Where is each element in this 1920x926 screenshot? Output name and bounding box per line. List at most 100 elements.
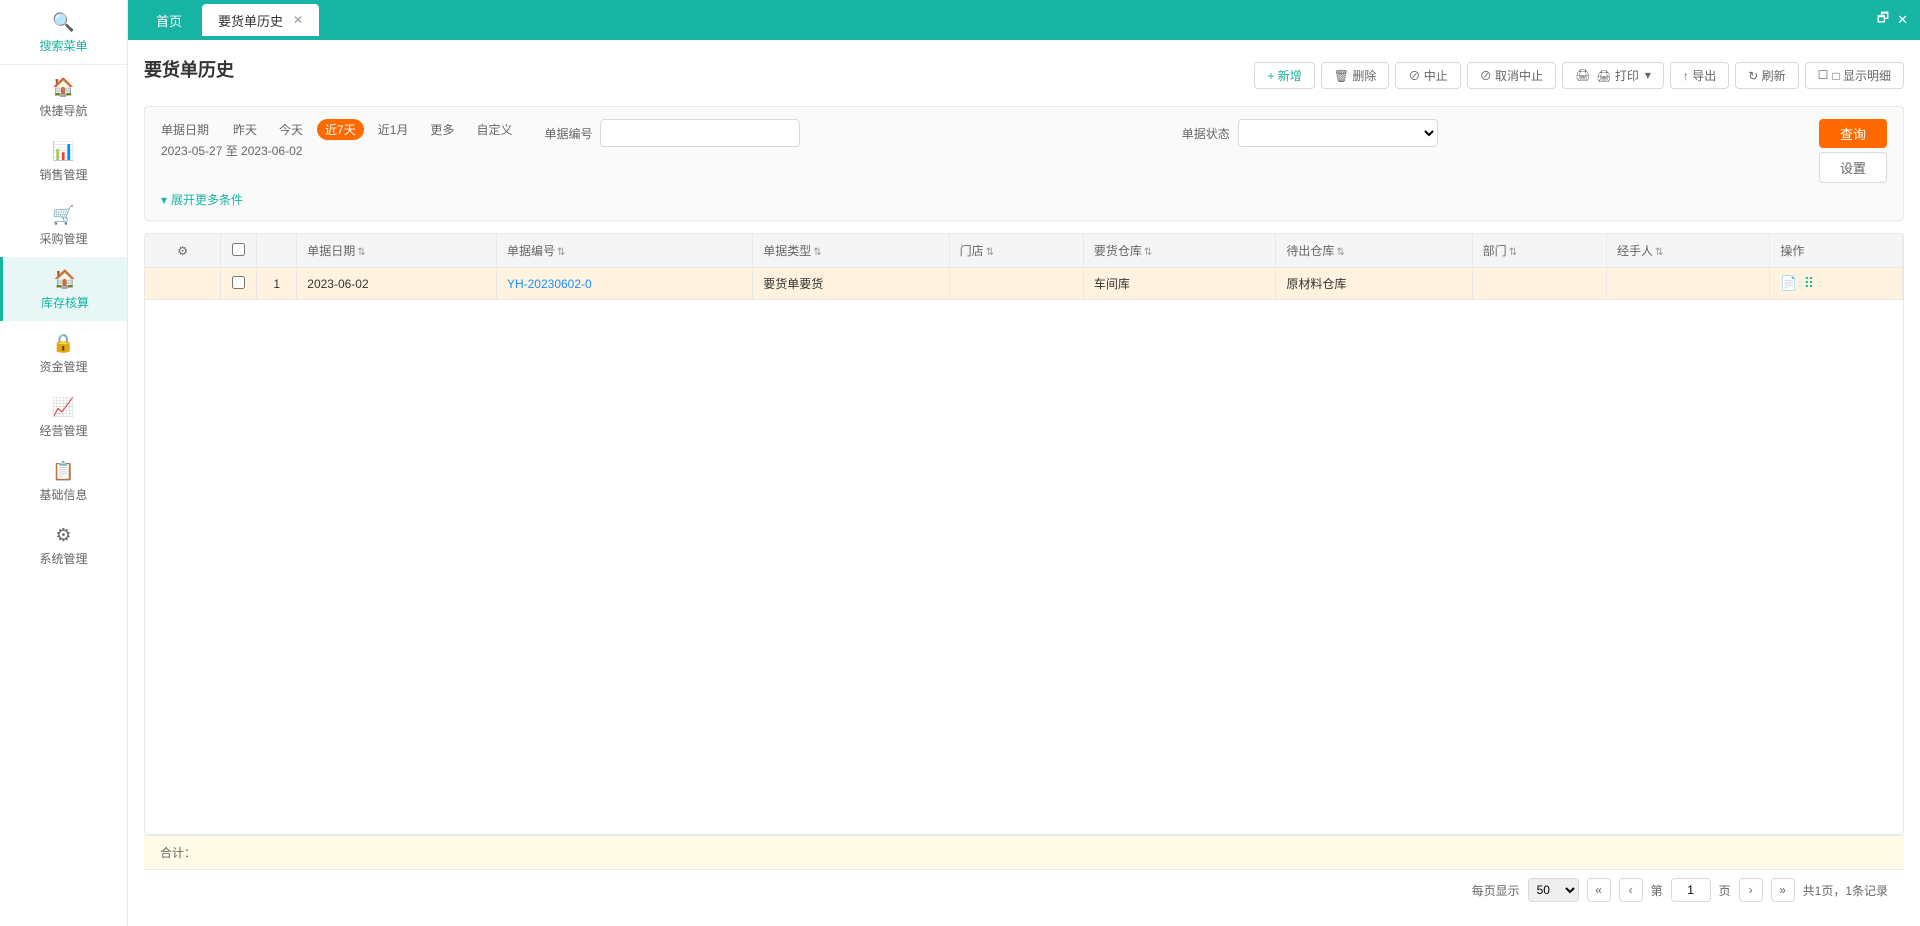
th-store[interactable]: 门店⇅ <box>949 234 1083 268</box>
window-close-icon[interactable]: ✕ <box>1897 12 1908 28</box>
basic-info-icon: 📋 <box>52 461 74 482</box>
sidebar-item-purchase[interactable]: 🛒 采购管理 <box>0 193 127 257</box>
sidebar-item-label: 库存核算 <box>41 294 89 311</box>
sidebar-item-search-menu[interactable]: 🔍 搜索菜单 <box>0 0 127 65</box>
export-button[interactable]: ↑ 导出 <box>1670 62 1729 89</box>
filter-action-buttons: 查询 设置 <box>1819 119 1887 183</box>
bill-no-input[interactable] <box>600 119 800 147</box>
date-btn-yesterday[interactable]: 昨天 <box>225 119 265 140</box>
pagination: 每页显示 50 20 100 « ‹ 第 页 › » 共1页，1条记录 <box>144 869 1904 910</box>
settings-button[interactable]: 设置 <box>1819 152 1887 183</box>
date-btn-1month[interactable]: 近1月 <box>370 119 417 140</box>
th-bill-no[interactable]: 单据编号⇅ <box>496 234 752 268</box>
table-header-row: ⚙ 单据日期⇅ 单据编号⇅ 单据类型⇅ 门店⇅ 要货仓库⇅ 待出仓库⇅ 部门⇅ … <box>145 234 1903 268</box>
delete-button[interactable]: 🗑 删除 <box>1321 62 1390 89</box>
row-bill-type-cell: 要货单要货 <box>753 268 949 300</box>
th-actions: 操作 <box>1770 234 1903 268</box>
date-filter-group: 单据日期 昨天 今天 近7天 近1月 更多 自定义 2023-05-27 至 2… <box>161 119 520 159</box>
tab-requisition-label: 要货单历史 <box>218 11 283 30</box>
row-actions-cell: 📄 ⠿ <box>1770 268 1903 300</box>
row-req-warehouse-cell: 车间库 <box>1083 268 1275 300</box>
row-edit-icon[interactable]: 📄 <box>1780 275 1797 292</box>
th-bill-type[interactable]: 单据类型⇅ <box>753 234 949 268</box>
query-button[interactable]: 查询 <box>1819 119 1887 148</box>
row-settings-cell <box>145 268 221 300</box>
th-department[interactable]: 部门⇅ <box>1472 234 1606 268</box>
system-icon: ⚙ <box>55 525 71 546</box>
stop-button[interactable]: ⊘ 中止 <box>1395 62 1460 89</box>
window-restore-icon[interactable]: 🗗 <box>1877 9 1889 31</box>
last-page-button[interactable]: » <box>1771 878 1795 902</box>
row-more-icon[interactable]: ⠿ <box>1804 275 1814 292</box>
sales-icon: 📊 <box>52 141 74 162</box>
row-date-cell: 2023-06-02 <box>297 268 497 300</box>
first-page-button[interactable]: « <box>1587 878 1611 902</box>
page-size-select[interactable]: 50 20 100 <box>1528 878 1579 902</box>
row-handler-cell <box>1606 268 1769 300</box>
row-num-cell: 1 <box>257 268 297 300</box>
print-chevron-icon: ▾ <box>1645 68 1651 82</box>
purchase-icon: 🛒 <box>52 205 74 226</box>
row-dest-warehouse-cell: 原材料仓库 <box>1276 268 1472 300</box>
checkbox-icon: ☐ <box>1818 68 1829 82</box>
sidebar-item-finance[interactable]: 🔒 资金管理 <box>0 321 127 385</box>
sidebar-item-label: 经营管理 <box>39 422 87 439</box>
th-num <box>257 234 297 268</box>
inventory-icon: 🏠 <box>54 269 76 290</box>
page-title: 要货单历史 <box>144 56 234 82</box>
refresh-button[interactable]: ↻ 刷新 <box>1735 62 1798 89</box>
expand-more-button[interactable]: ▾ 展开更多条件 <box>161 191 1887 208</box>
page-number-input[interactable] <box>1671 878 1711 902</box>
sidebar-item-system[interactable]: ⚙ 系统管理 <box>0 513 127 577</box>
row-checkbox-cell[interactable] <box>221 268 257 300</box>
date-btn-more[interactable]: 更多 <box>422 119 462 140</box>
sidebar-item-label: 销售管理 <box>39 166 87 183</box>
date-filter-label: 单据日期 <box>161 121 209 138</box>
topbar-right: 🗗 ✕ <box>1877 9 1908 31</box>
print-button[interactable]: 🖨 🖨 打印 ▾ <box>1562 62 1664 89</box>
prev-page-button[interactable]: ‹ <box>1619 878 1643 902</box>
next-page-button[interactable]: › <box>1739 878 1763 902</box>
cancel-stop-button[interactable]: ⊘ 取消中止 <box>1467 62 1556 89</box>
tab-requisition-history[interactable]: 要货单历史 ✕ <box>202 4 319 36</box>
sidebar-item-quick-nav[interactable]: 🏠 快捷导航 <box>0 65 127 129</box>
search-icon: 🔍 <box>52 12 74 33</box>
date-btn-7days[interactable]: 近7天 <box>317 119 364 140</box>
display-detail-button[interactable]: ☐ □ 显示明细 <box>1805 62 1904 89</box>
th-req-warehouse[interactable]: 要货仓库⇅ <box>1083 234 1275 268</box>
th-date[interactable]: 单据日期⇅ <box>297 234 497 268</box>
bill-status-filter-group: 单据状态 <box>1182 119 1795 147</box>
print-icon: 🖨 <box>1575 68 1590 82</box>
page-go-label: 第 <box>1651 882 1663 899</box>
sidebar-item-label: 基础信息 <box>39 486 87 503</box>
sidebar-item-inventory[interactable]: 🏠 库存核算 <box>0 257 127 321</box>
row-checkbox[interactable] <box>232 276 245 289</box>
sidebar-item-sales[interactable]: 📊 销售管理 <box>0 129 127 193</box>
th-dest-warehouse[interactable]: 待出仓库⇅ <box>1276 234 1472 268</box>
row-bill-no-cell[interactable]: YH-20230602-0 <box>496 268 752 300</box>
bill-status-select[interactable] <box>1238 119 1438 147</box>
bill-no-label: 单据编号 <box>544 125 592 142</box>
date-buttons: 昨天 今天 近7天 近1月 更多 自定义 <box>225 119 520 140</box>
th-settings[interactable]: ⚙ <box>145 234 221 268</box>
topbar: 首页 要货单历史 ✕ 🗗 ✕ <box>128 0 1920 40</box>
sidebar: 🔍 搜索菜单 🏠 快捷导航 📊 销售管理 🛒 采购管理 🏠 库存核算 🔒 资金管… <box>0 0 128 926</box>
operations-icon: 📈 <box>52 397 74 418</box>
bill-no-link[interactable]: YH-20230602-0 <box>507 277 592 291</box>
requisition-table: ⚙ 单据日期⇅ 单据编号⇅ 单据类型⇅ 门店⇅ 要货仓库⇅ 待出仓库⇅ 部门⇅ … <box>145 234 1903 300</box>
sidebar-item-operations[interactable]: 📈 经营管理 <box>0 385 127 449</box>
sidebar-item-basic-info[interactable]: 📋 基础信息 <box>0 449 127 513</box>
sidebar-item-label: 快捷导航 <box>39 102 87 119</box>
filter-bar: 单据日期 昨天 今天 近7天 近1月 更多 自定义 2023-05-27 至 2… <box>144 106 1904 221</box>
tab-close-icon[interactable]: ✕ <box>293 13 303 27</box>
tab-home-label: 首页 <box>156 11 182 30</box>
select-all-checkbox[interactable] <box>232 243 245 256</box>
tab-home[interactable]: 首页 <box>140 4 198 36</box>
total-info: 共1页，1条记录 <box>1803 882 1888 899</box>
home-icon: 🏠 <box>52 77 74 98</box>
date-btn-custom[interactable]: 自定义 <box>468 119 520 140</box>
date-btn-today[interactable]: 今天 <box>271 119 311 140</box>
th-handler[interactable]: 经手人⇅ <box>1606 234 1769 268</box>
new-button[interactable]: + 新增 <box>1254 62 1314 89</box>
row-store-cell <box>949 268 1083 300</box>
